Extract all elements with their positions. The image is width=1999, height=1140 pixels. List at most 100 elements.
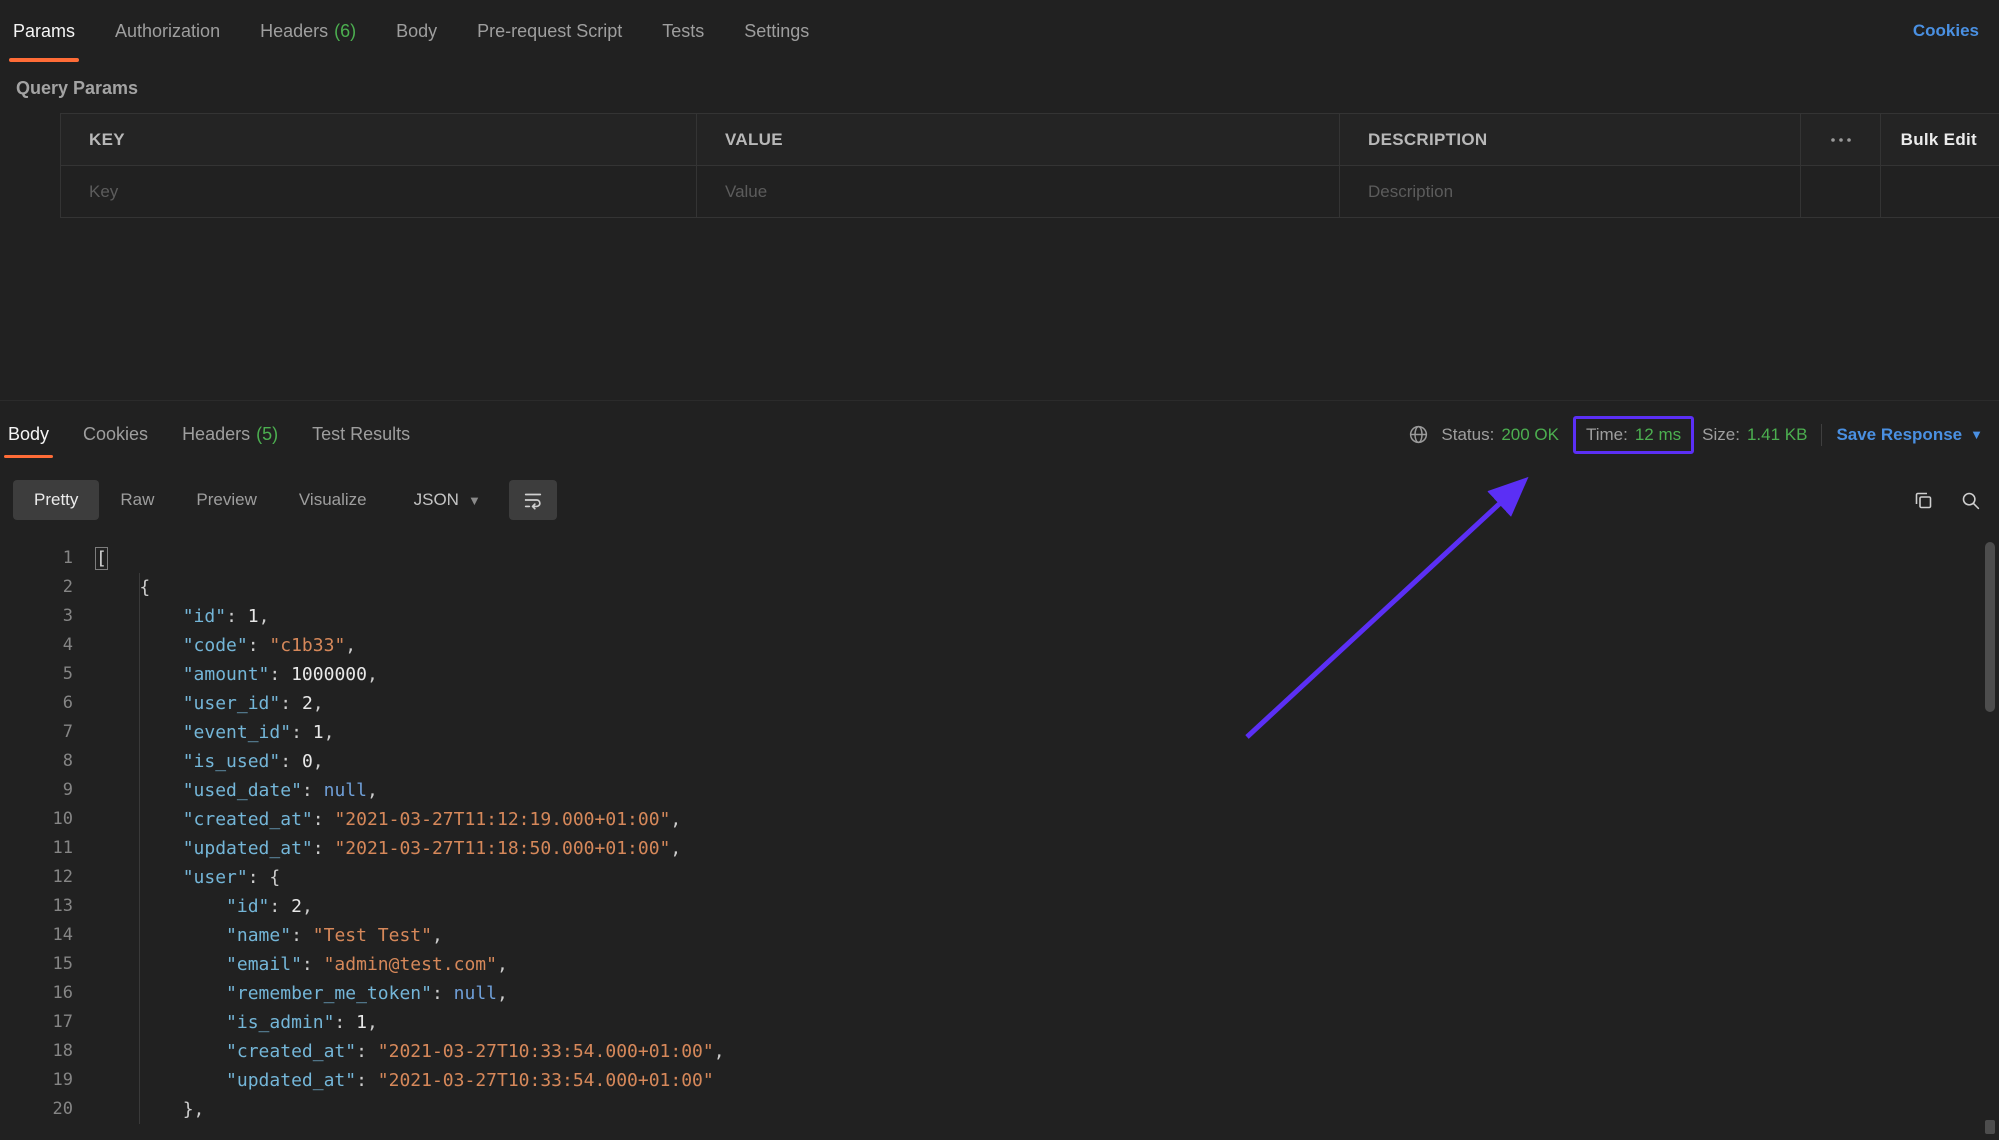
tab-authorization-label: Authorization: [115, 21, 220, 42]
response-tab-body[interactable]: Body: [8, 401, 49, 468]
response-tab-test-results-label: Test Results: [312, 424, 410, 445]
toolbar-right-icons: [1913, 490, 1981, 511]
response-tab-headers-label: Headers: [182, 424, 250, 445]
value-input[interactable]: [725, 182, 1290, 202]
request-tab-bar: Params Authorization Headers (6) Body Pr…: [0, 0, 1999, 62]
line-number: 13: [0, 892, 73, 921]
key-input[interactable]: [89, 182, 647, 202]
line-number: 16: [0, 979, 73, 1008]
code-line: "is_admin": 1,: [96, 1008, 725, 1037]
wrap-text-icon: [522, 489, 544, 511]
meta-separator: [1821, 424, 1822, 446]
tab-body-label: Body: [396, 21, 437, 42]
wrap-text-button[interactable]: [509, 480, 557, 520]
size-value: 1.41 KB: [1747, 425, 1808, 445]
column-header-value: VALUE: [697, 114, 1340, 165]
tab-pre-request-script-label: Pre-request Script: [477, 21, 622, 42]
response-tab-headers[interactable]: Headers (5): [182, 401, 278, 468]
cookies-link[interactable]: Cookies: [1913, 0, 1979, 62]
line-number: 8: [0, 747, 73, 776]
code-line: "code": "c1b33",: [96, 631, 725, 660]
column-header-description: DESCRIPTION: [1340, 114, 1801, 165]
code-line: "user": {: [96, 863, 725, 892]
view-pretty-button[interactable]: Pretty: [13, 480, 99, 520]
tab-authorization[interactable]: Authorization: [115, 0, 220, 62]
size-label: Size:: [1702, 425, 1740, 445]
response-toolbar: Pretty Raw Preview Visualize JSON ▼: [0, 468, 1999, 532]
code-line: "remember_me_token": null,: [96, 979, 725, 1008]
response-body-viewer: 1234567891011121314151617181920 [ { "id"…: [0, 532, 1999, 1140]
vertical-scrollbar-end: [1985, 1120, 1995, 1134]
line-number: 4: [0, 631, 73, 660]
network-globe-icon[interactable]: [1408, 424, 1429, 445]
response-tab-body-label: Body: [8, 424, 49, 445]
code-gutter: 1234567891011121314151617181920: [0, 544, 73, 1140]
tab-headers-label: Headers: [260, 21, 328, 42]
vertical-scrollbar-thumb[interactable]: [1985, 542, 1995, 712]
line-number: 1: [0, 544, 73, 573]
response-tab-bar: Body Cookies Headers (5) Test Results St…: [0, 400, 1999, 468]
format-dropdown[interactable]: JSON ▼: [414, 490, 481, 510]
code-line: "is_used": 0,: [96, 747, 725, 776]
params-table-header: KEY VALUE DESCRIPTION Bulk Edit: [61, 114, 1999, 166]
status-value: 200 OK: [1501, 425, 1559, 445]
more-options-icon: [1830, 137, 1852, 143]
line-number: 2: [0, 573, 73, 602]
time-label: Time:: [1586, 425, 1628, 445]
line-number: 20: [0, 1095, 73, 1124]
line-number: 17: [0, 1008, 73, 1037]
tab-tests-label: Tests: [662, 21, 704, 42]
view-visualize-button[interactable]: Visualize: [278, 480, 388, 520]
code-line: "updated_at": "2021-03-27T11:18:50.000+0…: [96, 834, 725, 863]
copy-icon: [1913, 490, 1934, 511]
copy-button[interactable]: [1913, 490, 1934, 511]
search-icon: [1960, 490, 1981, 511]
line-number: 18: [0, 1037, 73, 1066]
code-line: },: [96, 1095, 725, 1124]
description-input[interactable]: [1368, 182, 1765, 202]
response-tab-cookies[interactable]: Cookies: [83, 401, 148, 468]
save-response-label: Save Response: [1836, 425, 1962, 445]
code-line: {: [96, 573, 725, 602]
tab-tests[interactable]: Tests: [662, 0, 704, 62]
view-preview-button[interactable]: Preview: [175, 480, 277, 520]
line-number: 7: [0, 718, 73, 747]
tab-settings-label: Settings: [744, 21, 809, 42]
tab-params[interactable]: Params: [13, 0, 75, 62]
code-content: [ { "id": 1, "code": "c1b33", "amount": …: [73, 544, 725, 1140]
code-line: "amount": 1000000,: [96, 660, 725, 689]
line-number: 15: [0, 950, 73, 979]
tab-body[interactable]: Body: [396, 0, 437, 62]
chevron-down-icon: ▼: [1970, 427, 1983, 442]
code-line: "name": "Test Test",: [96, 921, 725, 950]
response-tab-test-results[interactable]: Test Results: [312, 401, 410, 468]
tab-settings[interactable]: Settings: [744, 0, 809, 62]
code-line: "user_id": 2,: [96, 689, 725, 718]
chevron-down-icon: ▼: [468, 493, 481, 508]
view-raw-button[interactable]: Raw: [99, 480, 175, 520]
annotation-box-time: Time: 12 ms: [1573, 416, 1694, 454]
line-number: 6: [0, 689, 73, 718]
format-dropdown-value: JSON: [414, 490, 459, 510]
save-response-button[interactable]: Save Response ▼: [1836, 425, 1983, 445]
line-number: 5: [0, 660, 73, 689]
bulk-edit-button[interactable]: Bulk Edit: [1901, 130, 1977, 150]
code-line: "created_at": "2021-03-27T10:33:54.000+0…: [96, 1037, 725, 1066]
line-number: 9: [0, 776, 73, 805]
line-number: 3: [0, 602, 73, 631]
line-number: 11: [0, 834, 73, 863]
response-tab-headers-count: (5): [256, 424, 278, 445]
code-line: "used_date": null,: [96, 776, 725, 805]
tab-headers[interactable]: Headers (6): [260, 0, 356, 62]
more-options-button[interactable]: [1801, 114, 1881, 165]
params-table-input-row: [61, 166, 1999, 217]
code-line: "email": "admin@test.com",: [96, 950, 725, 979]
column-header-key: KEY: [61, 114, 697, 165]
search-button[interactable]: [1960, 490, 1981, 511]
code-line: [: [96, 544, 725, 573]
code-line: "id": 2,: [96, 892, 725, 921]
request-body-area: [0, 218, 1999, 400]
response-tab-cookies-label: Cookies: [83, 424, 148, 445]
code-line: "event_id": 1,: [96, 718, 725, 747]
tab-pre-request-script[interactable]: Pre-request Script: [477, 0, 622, 62]
